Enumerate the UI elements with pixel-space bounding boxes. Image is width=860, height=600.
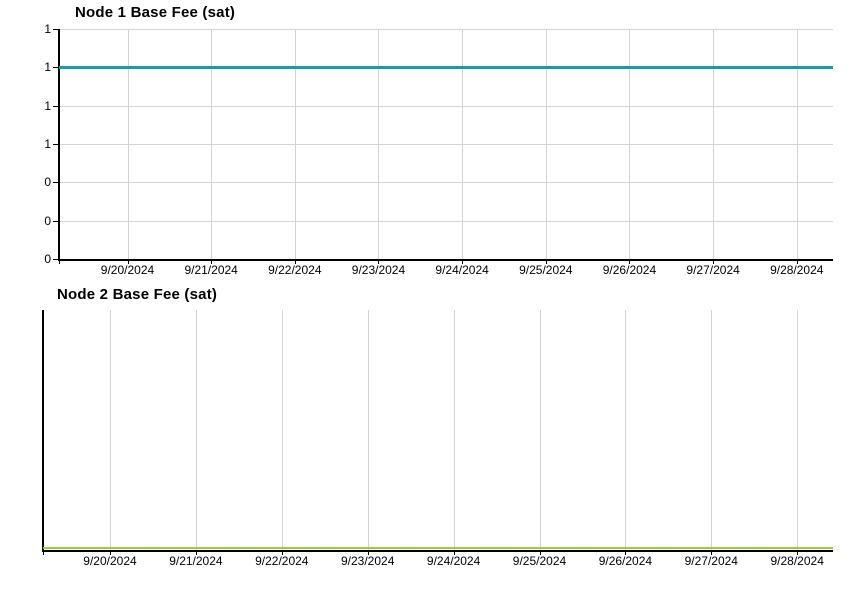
y-tick-label: 1 xyxy=(44,22,51,36)
y-tick-label: 0 xyxy=(44,252,51,266)
x-axis-tick xyxy=(59,259,60,264)
vertical-gridline xyxy=(797,310,799,550)
x-axis-tick xyxy=(43,550,44,555)
chart2-plot-area: 9/20/2024 9/21/2024 9/22/2024 9/23/2024 9/24… xyxy=(42,310,833,568)
x-tick-label: 9/25/2024 xyxy=(519,263,573,277)
horizontal-gridline xyxy=(59,182,833,184)
x-tick-label: 9/25/2024 xyxy=(512,554,567,568)
y-tick-label: 1 xyxy=(44,137,51,151)
x-tick-label: 9/28/2024 xyxy=(770,554,824,568)
y-tick-label: 1 xyxy=(44,98,51,113)
y-axis-tick xyxy=(53,220,59,222)
vertical-gridline xyxy=(539,310,541,550)
x-tick-label: 9/26/2024 xyxy=(598,554,653,568)
y-tick-label: 1 xyxy=(44,60,51,75)
x-tick-label: 9/26/2024 xyxy=(602,263,657,277)
series-line xyxy=(43,546,833,549)
chart1-title: Node 1 Base Fee (sat) xyxy=(75,4,236,21)
x-tick-label: 9/22/2024 xyxy=(255,554,309,568)
x-tick-label: 9/27/2024 xyxy=(684,554,738,568)
x-tick-label: 9/21/2024 xyxy=(169,554,223,568)
y-axis-line xyxy=(42,310,44,550)
y-tick-label: 0 xyxy=(44,175,51,190)
chart1-plot-area: 1 1 1 1 0 0 0 9/20/2024 9/21/2024 9/22/2024 9/23/2… xyxy=(44,22,833,277)
y-axis-tick xyxy=(53,29,59,30)
vertical-gridline xyxy=(367,310,369,550)
vertical-gridline xyxy=(625,310,627,550)
vertical-gridline xyxy=(195,310,197,550)
horizontal-gridline xyxy=(59,105,833,107)
y-axis-tick xyxy=(53,105,59,107)
vertical-gridline xyxy=(281,310,283,550)
x-tick-label: 9/20/2024 xyxy=(83,554,137,568)
x-tick-label: 9/24/2024 xyxy=(426,554,481,568)
x-tick-label: 9/23/2024 xyxy=(340,554,395,568)
x-tick-label: 9/23/2024 xyxy=(351,263,406,277)
x-tick-label: 9/28/2024 xyxy=(770,263,824,277)
horizontal-gridline xyxy=(59,29,833,30)
horizontal-gridline xyxy=(59,144,833,145)
chart2-title: Node 2 Base Fee (sat) xyxy=(57,286,218,303)
series-line xyxy=(59,65,833,69)
x-axis-line xyxy=(42,550,833,552)
y-axis-tick xyxy=(53,144,59,145)
x-tick-label: 9/22/2024 xyxy=(268,263,322,277)
vertical-gridline xyxy=(711,310,713,550)
x-tick-label: 9/24/2024 xyxy=(435,263,489,277)
x-tick-label: 9/27/2024 xyxy=(686,263,740,277)
x-tick-label: 9/21/2024 xyxy=(184,263,238,277)
vertical-gridline xyxy=(110,310,111,550)
y-axis-tick xyxy=(53,182,59,184)
horizontal-gridline xyxy=(59,220,833,222)
x-axis-line xyxy=(58,259,833,261)
y-tick-label: 0 xyxy=(44,213,51,228)
x-tick-label: 9/20/2024 xyxy=(100,263,155,277)
base-fee-charts-panel: Node 1 Base Fee (sat) 1 1 1 1 0 0 0 9/20/2024 9/… xyxy=(0,0,860,600)
vertical-gridline xyxy=(453,310,455,550)
